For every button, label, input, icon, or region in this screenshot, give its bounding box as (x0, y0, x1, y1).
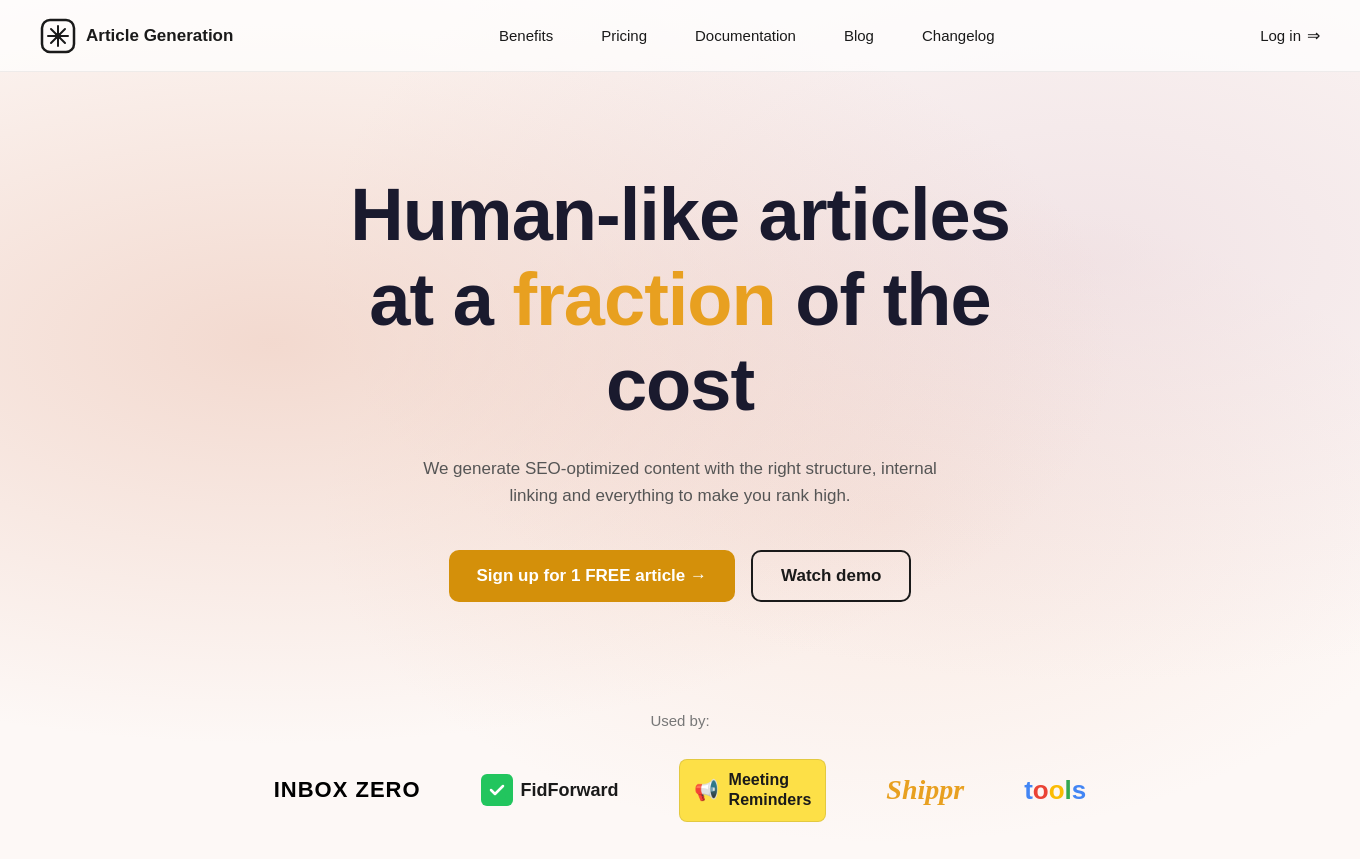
meeting-reminders-text: Meeting Reminders (729, 770, 812, 812)
brand-icon (40, 18, 76, 54)
hero-title-line3: cost (606, 343, 754, 426)
logos-row: INBOX ZERO FidForward 📢 Meeting Reminder… (274, 759, 1087, 823)
used-by-label: Used by: (650, 712, 709, 729)
logo-shippr: Shippr (886, 774, 964, 806)
hero-subtitle: We generate SEO-optimized content with t… (400, 455, 960, 509)
logo-inbox-zero: INBOX ZERO (274, 777, 421, 803)
navbar: Article Generation Benefits Pricing Docu… (0, 0, 1360, 72)
brand-name: Article Generation (86, 26, 233, 46)
nav-documentation[interactable]: Documentation (675, 19, 816, 52)
hero-cta-group: Sign up for 1 FREE article → Watch demo (449, 550, 912, 602)
fidforward-icon (481, 774, 513, 806)
login-button[interactable]: Log in ⇒ (1260, 26, 1320, 45)
logo-meeting-reminders: 📢 Meeting Reminders (679, 759, 827, 823)
hero-highlight: fraction (512, 258, 775, 341)
signup-button[interactable]: Sign up for 1 FREE article → (449, 550, 735, 602)
logo-tools: tools (1024, 775, 1086, 806)
hero-title-line2: at a fraction of the (369, 258, 990, 341)
login-arrow-icon: ⇒ (1307, 26, 1320, 45)
logo-fidforward: FidForward (481, 774, 619, 806)
nav-blog[interactable]: Blog (824, 19, 894, 52)
svg-point-1 (55, 33, 61, 39)
brand-logo[interactable]: Article Generation (40, 18, 233, 54)
nav-changelog[interactable]: Changelog (902, 19, 1015, 52)
nav-pricing[interactable]: Pricing (581, 19, 667, 52)
hero-title-line1: Human-like articles (350, 173, 1010, 256)
meeting-icon: 📢 (694, 778, 719, 802)
watch-demo-button[interactable]: Watch demo (751, 550, 911, 602)
hero-section: Human-like articles at a fraction of the… (0, 72, 1360, 662)
used-by-section: Used by: INBOX ZERO FidForward 📢 Meeting… (0, 662, 1360, 823)
nav-links: Benefits Pricing Documentation Blog Chan… (479, 27, 1015, 45)
nav-benefits[interactable]: Benefits (479, 19, 573, 52)
hero-title: Human-like articles at a fraction of the… (350, 172, 1010, 427)
